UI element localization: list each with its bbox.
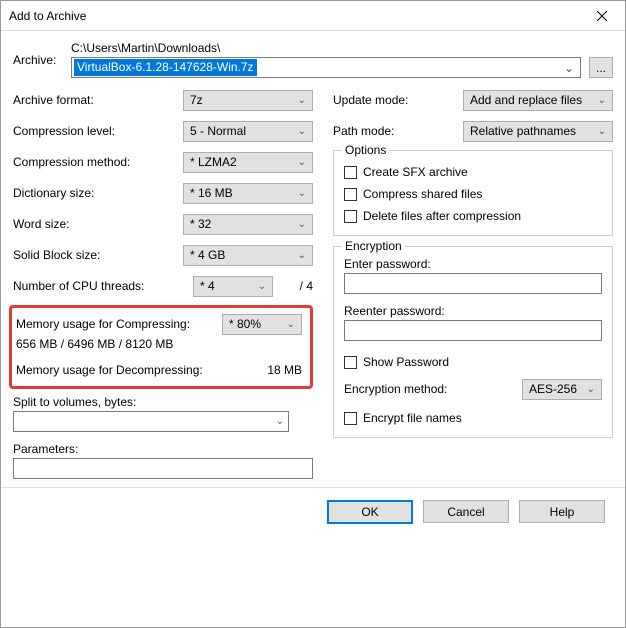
mem-compress-label: Memory usage for Compressing: [16,317,222,331]
chevron-down-icon: ⌄ [598,95,606,106]
checkbox-icon [344,412,357,425]
encryption-method-label: Encryption method: [344,382,522,396]
checkbox-icon [344,356,357,369]
chevron-down-icon: ⌄ [298,219,306,230]
cancel-button[interactable]: Cancel [423,500,509,523]
archive-column: C:\Users\Martin\Downloads\ VirtualBox-6.… [71,41,613,78]
archive-row: Archive: C:\Users\Martin\Downloads\ Virt… [13,41,613,78]
chevron-down-icon: ⌄ [258,281,266,292]
show-password-checkbox-row[interactable]: Show Password [344,351,602,373]
sfx-checkbox-row[interactable]: Create SFX archive [344,161,602,183]
ok-button[interactable]: OK [327,500,413,524]
dictionary-size-label: Dictionary size: [13,186,183,200]
parameters-input[interactable] [13,458,313,479]
checkbox-icon [344,188,357,201]
archive-label: Archive: [13,53,71,67]
cpu-threads-label: Number of CPU threads: [13,279,193,293]
close-icon [597,11,607,21]
chevron-down-icon: ⌄ [298,250,306,261]
mem-percent-select[interactable]: * 80%⌄ [222,314,302,335]
path-mode-label: Path mode: [333,124,463,138]
split-volumes-label: Split to volumes, bytes: [13,395,313,409]
mem-decompress-label: Memory usage for Decompressing: [16,363,267,377]
options-group-label: Options [342,143,389,157]
compression-level-select[interactable]: 5 - Normal⌄ [183,121,313,142]
options-group: Options Create SFX archive Compress shar… [333,150,613,236]
help-button[interactable]: Help [519,500,605,523]
chevron-down-icon: ⌄ [298,95,306,106]
dialog-content: Archive: C:\Users\Martin\Downloads\ Virt… [1,31,625,487]
left-column: Archive format: 7z⌄ Compression level: 5… [13,88,313,479]
word-size-select[interactable]: * 32⌄ [183,214,313,235]
cpu-threads-select[interactable]: * 4⌄ [193,276,273,297]
close-button[interactable] [579,1,625,31]
mem-decompress-value: 18 MB [267,363,302,377]
compression-method-select[interactable]: * LZMA2⌄ [183,152,313,173]
archive-path: C:\Users\Martin\Downloads\ [71,41,613,55]
chevron-down-icon: ⌄ [276,416,284,427]
archive-format-label: Archive format: [13,93,183,107]
mem-compress-values: 656 MB / 6496 MB / 8120 MB [16,337,302,351]
memory-highlight-box: Memory usage for Compressing: * 80%⌄ 656… [9,305,313,389]
compression-method-label: Compression method: [13,155,183,169]
chevron-down-icon: ⌄ [298,126,306,137]
encryption-method-select[interactable]: AES-256⌄ [522,379,602,400]
archive-filename: VirtualBox-6.1.28-147628-Win.7z [74,59,257,76]
compression-level-label: Compression level: [13,124,183,138]
path-mode-select[interactable]: Relative pathnames⌄ [463,121,613,142]
archive-filename-combo[interactable]: VirtualBox-6.1.28-147628-Win.7z ⌄ [71,57,581,78]
dialog-footer: OK Cancel Help [1,487,625,535]
reenter-password-input[interactable] [344,320,602,341]
encryption-group: Encryption Enter password: Reenter passw… [333,246,613,438]
solid-block-size-select[interactable]: * 4 GB⌄ [183,245,313,266]
cpu-threads-max: / 4 [279,279,313,293]
encryption-group-label: Encryption [342,239,405,253]
archive-format-select[interactable]: 7z⌄ [183,90,313,111]
delete-checkbox-row[interactable]: Delete files after compression [344,205,602,227]
browse-button[interactable]: ... [589,57,613,78]
solid-block-size-label: Solid Block size: [13,248,183,262]
window-title: Add to Archive [9,9,579,23]
right-column: Update mode: Add and replace files⌄ Path… [333,88,613,479]
checkbox-icon [344,166,357,179]
word-size-label: Word size: [13,217,183,231]
archive-select-row: VirtualBox-6.1.28-147628-Win.7z ⌄ ... [71,57,613,78]
titlebar: Add to Archive [1,1,625,31]
update-mode-select[interactable]: Add and replace files⌄ [463,90,613,111]
shared-checkbox-row[interactable]: Compress shared files [344,183,602,205]
dictionary-size-select[interactable]: * 16 MB⌄ [183,183,313,204]
reenter-password-label: Reenter password: [344,304,602,318]
chevron-down-icon: ⌄ [298,188,306,199]
chevron-down-icon: ⌄ [587,384,595,395]
chevron-down-icon: ⌄ [558,61,580,75]
enter-password-label: Enter password: [344,257,602,271]
chevron-down-icon: ⌄ [598,126,606,137]
enter-password-input[interactable] [344,273,602,294]
checkbox-icon [344,210,357,223]
update-mode-label: Update mode: [333,93,463,107]
chevron-down-icon: ⌄ [287,319,295,330]
encrypt-names-checkbox-row[interactable]: Encrypt file names [344,407,602,429]
split-volumes-combo[interactable]: ⌄ [13,411,289,432]
parameters-label: Parameters: [13,442,313,456]
chevron-down-icon: ⌄ [298,157,306,168]
